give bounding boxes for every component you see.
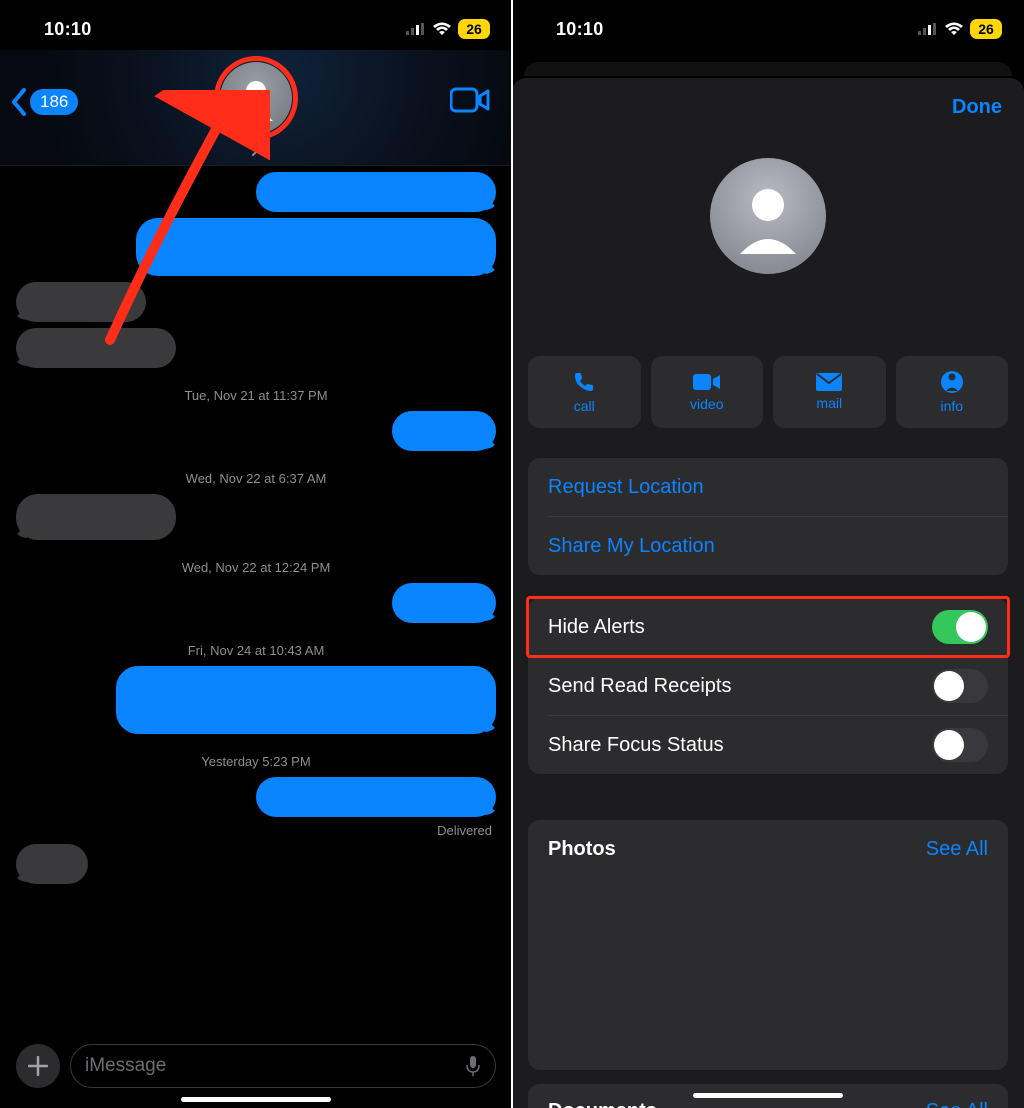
documents-see-all[interactable]: See All bbox=[926, 1100, 988, 1108]
sent-bubble[interactable] bbox=[136, 218, 496, 276]
thread-header: 186 bbox=[0, 50, 512, 166]
read-receipts-toggle[interactable] bbox=[932, 669, 988, 703]
info-action[interactable]: info bbox=[896, 356, 1009, 428]
wifi-icon bbox=[432, 22, 452, 36]
focus-status-row[interactable]: Share Focus Status bbox=[528, 716, 1008, 774]
share-location-row[interactable]: Share My Location bbox=[528, 517, 1008, 575]
battery-badge: 26 bbox=[970, 19, 1002, 39]
video-label: video bbox=[690, 396, 723, 412]
input-placeholder: iMessage bbox=[85, 1055, 166, 1077]
timestamp: Wed, Nov 22 at 6:37 AM bbox=[16, 471, 496, 486]
sent-bubble[interactable] bbox=[256, 777, 496, 817]
read-receipts-row[interactable]: Send Read Receipts bbox=[528, 657, 1008, 715]
info-label: info bbox=[940, 398, 963, 414]
contact-details-screen: 10:10 26 Done call video bbox=[512, 0, 1024, 1108]
mail-action[interactable]: mail bbox=[773, 356, 886, 428]
phone-icon bbox=[572, 370, 596, 394]
sent-bubble[interactable] bbox=[392, 411, 496, 451]
received-bubble[interactable] bbox=[16, 282, 146, 322]
received-bubble[interactable] bbox=[16, 494, 176, 540]
person-icon bbox=[728, 176, 808, 256]
compose-bar: iMessage bbox=[0, 1044, 512, 1088]
home-indicator[interactable] bbox=[693, 1093, 843, 1098]
received-bubble[interactable] bbox=[16, 844, 88, 884]
status-bar: 10:10 26 bbox=[0, 0, 512, 50]
video-action[interactable]: video bbox=[651, 356, 764, 428]
sent-bubble[interactable] bbox=[256, 172, 496, 212]
chevron-left-icon bbox=[10, 88, 28, 116]
home-indicator[interactable] bbox=[181, 1097, 331, 1102]
info-icon bbox=[940, 370, 964, 394]
photos-see-all[interactable]: See All bbox=[926, 838, 988, 861]
hide-alerts-label: Hide Alerts bbox=[548, 616, 645, 639]
timestamp: Fri, Nov 24 at 10:43 AM bbox=[16, 643, 496, 658]
wifi-icon bbox=[944, 22, 964, 36]
person-icon bbox=[231, 73, 281, 123]
cellular-icon bbox=[918, 23, 938, 35]
done-button[interactable]: Done bbox=[952, 96, 1002, 119]
facetime-button[interactable] bbox=[450, 86, 490, 119]
contact-avatar[interactable] bbox=[220, 62, 292, 134]
battery-badge: 26 bbox=[458, 19, 490, 39]
photos-title: Photos bbox=[548, 838, 616, 861]
toggles-group: Hide Alerts Send Read Receipts Share Foc… bbox=[528, 598, 1008, 774]
unread-count-badge: 186 bbox=[30, 89, 78, 115]
read-receipts-label: Send Read Receipts bbox=[548, 675, 731, 698]
timestamp: Yesterday 5:23 PM bbox=[16, 754, 496, 769]
plus-icon bbox=[28, 1056, 48, 1076]
video-icon bbox=[450, 86, 490, 114]
request-location-row[interactable]: Request Location bbox=[528, 458, 1008, 516]
back-button[interactable]: 186 bbox=[10, 88, 78, 116]
plus-button[interactable] bbox=[16, 1044, 60, 1088]
received-bubble[interactable] bbox=[16, 328, 176, 368]
timestamp: Tue, Nov 21 at 11:37 PM bbox=[16, 388, 496, 403]
messages-thread-screen: 10:10 26 186 bbox=[0, 0, 512, 1108]
sent-bubble[interactable] bbox=[392, 583, 496, 623]
delivered-label: Delivered bbox=[16, 823, 496, 838]
status-bar: 10:10 26 bbox=[512, 0, 1024, 50]
sheet-stack-background bbox=[524, 62, 1012, 76]
mail-icon bbox=[816, 373, 842, 391]
action-button-row: call video mail info bbox=[528, 356, 1008, 428]
documents-title: Documents bbox=[548, 1100, 657, 1108]
message-input[interactable]: iMessage bbox=[70, 1044, 496, 1088]
timestamp: Wed, Nov 22 at 12:24 PM bbox=[16, 560, 496, 575]
contact-avatar-large[interactable] bbox=[710, 158, 826, 274]
focus-status-label: Share Focus Status bbox=[548, 734, 724, 757]
video-icon bbox=[693, 372, 721, 392]
contact-name-row[interactable] bbox=[251, 142, 261, 161]
chevron-right-icon bbox=[251, 142, 261, 156]
cellular-icon bbox=[406, 23, 426, 35]
status-time: 10:10 bbox=[556, 19, 604, 40]
call-action[interactable]: call bbox=[528, 356, 641, 428]
microphone-icon[interactable] bbox=[465, 1055, 481, 1077]
hide-alerts-toggle[interactable] bbox=[932, 610, 988, 644]
location-group: Request Location Share My Location bbox=[528, 458, 1008, 575]
status-time: 10:10 bbox=[44, 19, 92, 40]
details-sheet: Done call video mail i bbox=[512, 78, 1024, 1108]
sent-bubble[interactable] bbox=[116, 666, 496, 734]
hide-alerts-row[interactable]: Hide Alerts bbox=[528, 598, 1008, 656]
mail-label: mail bbox=[816, 395, 842, 411]
photos-group: Photos See All bbox=[528, 820, 1008, 1070]
call-label: call bbox=[574, 398, 595, 414]
focus-status-toggle[interactable] bbox=[932, 728, 988, 762]
message-thread[interactable]: Tue, Nov 21 at 11:37 PM Wed, Nov 22 at 6… bbox=[0, 166, 512, 988]
